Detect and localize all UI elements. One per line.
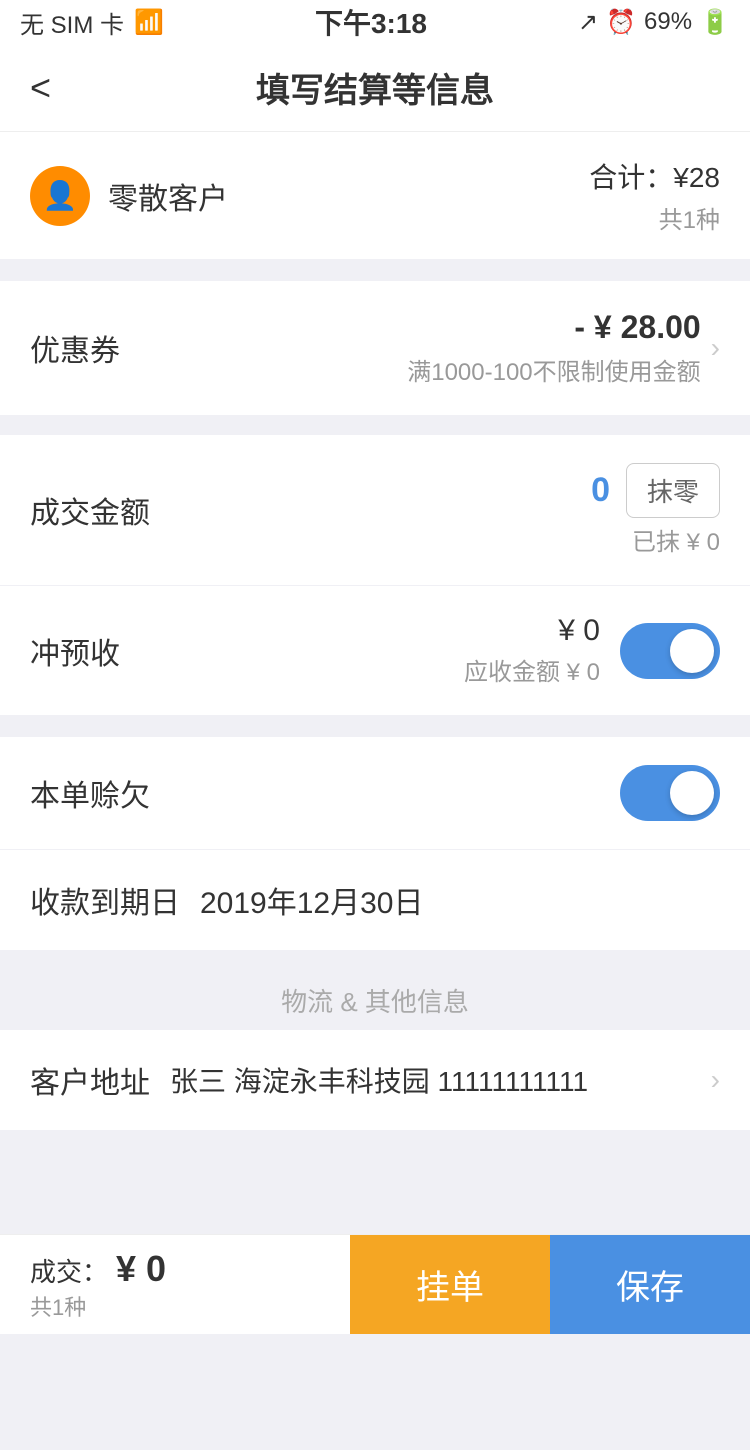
customer-left: 👤 零散客户 xyxy=(30,166,228,226)
divider-1 xyxy=(0,261,750,281)
amount-right: 0 抹零 已抹 ¥ 0 xyxy=(591,463,720,557)
status-time: 下午3:18 xyxy=(315,2,427,42)
nav-bar: < 填写结算等信息 xyxy=(0,44,750,132)
coupon-section: 优惠券 - ¥ 28.00 满1000-100不限制使用金额 › xyxy=(0,281,750,415)
toggle-knob xyxy=(670,629,714,673)
coupon-values: - ¥ 28.00 满1000-100不限制使用金额 xyxy=(407,309,700,387)
prepay-row: 冲预收 ¥ 0 应收金额 ¥ 0 xyxy=(0,586,750,715)
debt-row: 本单赊欠 xyxy=(0,737,750,850)
transaction-section: 成交金额 0 抹零 已抹 ¥ 0 冲预收 ¥ 0 应收金额 ¥ 0 xyxy=(0,435,750,715)
back-button[interactable]: < xyxy=(30,67,51,109)
address-chevron: › xyxy=(711,1064,720,1096)
summary-title: 成交： xyxy=(30,1252,108,1289)
logistics-title: 物流 & 其他信息 xyxy=(281,982,469,1019)
due-date-value[interactable]: 2019年12月30日 xyxy=(200,878,423,922)
divider-2 xyxy=(0,415,750,435)
prepay-toggle[interactable] xyxy=(620,623,720,679)
wifi-icon: 📶 xyxy=(134,8,164,37)
due-date-label: 收款到期日 xyxy=(30,878,180,922)
bottom-actions: 挂单 保存 xyxy=(350,1235,750,1334)
amount-input-group: 0 抹零 xyxy=(591,463,720,518)
coupon-chevron: › xyxy=(711,332,720,364)
amount-label: 成交金额 xyxy=(30,488,150,532)
prepay-label: 冲预收 xyxy=(30,629,120,673)
coupon-desc: 满1000-100不限制使用金额 xyxy=(407,352,700,387)
status-left: 无 SIM 卡 📶 xyxy=(20,5,164,40)
debt-toggle-knob xyxy=(670,771,714,815)
hold-button[interactable]: 挂单 xyxy=(350,1235,550,1334)
coupon-label: 优惠券 xyxy=(30,326,120,370)
amount-value[interactable]: 0 xyxy=(591,471,610,510)
debt-label: 本单赊欠 xyxy=(30,771,150,815)
debt-toggle[interactable] xyxy=(620,765,720,821)
bottom-bar: 成交： ¥ 0 共1种 挂单 保存 xyxy=(0,1234,750,1334)
customer-right: 合计：¥28 共1种 xyxy=(589,156,720,235)
bottom-summary: 成交： ¥ 0 共1种 xyxy=(0,1248,350,1322)
address-value: 张三 海淀永丰科技园 11111111111 xyxy=(170,1060,701,1100)
address-row[interactable]: 客户地址 张三 海淀永丰科技园 11111111111 › xyxy=(0,1030,750,1130)
prepay-values: ¥ 0 应收金额 ¥ 0 xyxy=(464,614,600,687)
summary-amount: ¥ 0 xyxy=(116,1248,166,1290)
prepay-amount: ¥ 0 xyxy=(464,614,600,648)
address-section: 客户地址 张三 海淀永丰科技园 11111111111 › xyxy=(0,1030,750,1130)
customer-avatar: 👤 xyxy=(30,166,90,226)
logistics-divider: 物流 & 其他信息 xyxy=(0,970,750,1030)
status-right: ↗ ⏰ 69% 🔋 xyxy=(578,8,730,37)
coupon-amount: - ¥ 28.00 xyxy=(574,309,700,346)
customer-section: 👤 零散客户 合计：¥28 共1种 xyxy=(0,132,750,259)
customer-count: 共1种 xyxy=(589,200,720,235)
divider-3 xyxy=(0,715,750,735)
page-title: 填写结算等信息 xyxy=(256,63,494,112)
coupon-row-right: - ¥ 28.00 满1000-100不限制使用金额 › xyxy=(407,309,720,387)
amount-row: 成交金额 0 抹零 已抹 ¥ 0 xyxy=(0,435,750,586)
round-off-button[interactable]: 抹零 xyxy=(626,463,720,518)
coupon-row[interactable]: 优惠券 - ¥ 28.00 满1000-100不限制使用金额 › xyxy=(0,281,750,415)
alarm-icon: ⏰ xyxy=(606,8,636,37)
amount-sub: 已抹 ¥ 0 xyxy=(632,522,720,557)
address-label: 客户地址 xyxy=(30,1058,150,1102)
summary-count: 共1种 xyxy=(30,1290,320,1322)
avatar-icon: 👤 xyxy=(43,179,78,212)
status-bar: 无 SIM 卡 📶 下午3:18 ↗ ⏰ 69% 🔋 xyxy=(0,0,750,44)
prepay-right: ¥ 0 应收金额 ¥ 0 xyxy=(464,614,720,687)
prepay-sub: 应收金额 ¥ 0 xyxy=(464,652,600,687)
customer-name: 零散客户 xyxy=(108,174,228,218)
save-button[interactable]: 保存 xyxy=(550,1235,750,1334)
no-sim-text: 无 SIM 卡 xyxy=(20,5,124,40)
battery-text: 69% xyxy=(644,8,692,36)
divider-4 xyxy=(0,950,750,970)
location-icon: ↗ xyxy=(578,8,598,37)
battery-icon: 🔋 xyxy=(700,8,730,37)
debt-section: 本单赊欠 收款到期日 2019年12月30日 xyxy=(0,737,750,950)
customer-total: 合计：¥28 xyxy=(589,156,720,196)
due-date-row: 收款到期日 2019年12月30日 xyxy=(0,850,750,950)
